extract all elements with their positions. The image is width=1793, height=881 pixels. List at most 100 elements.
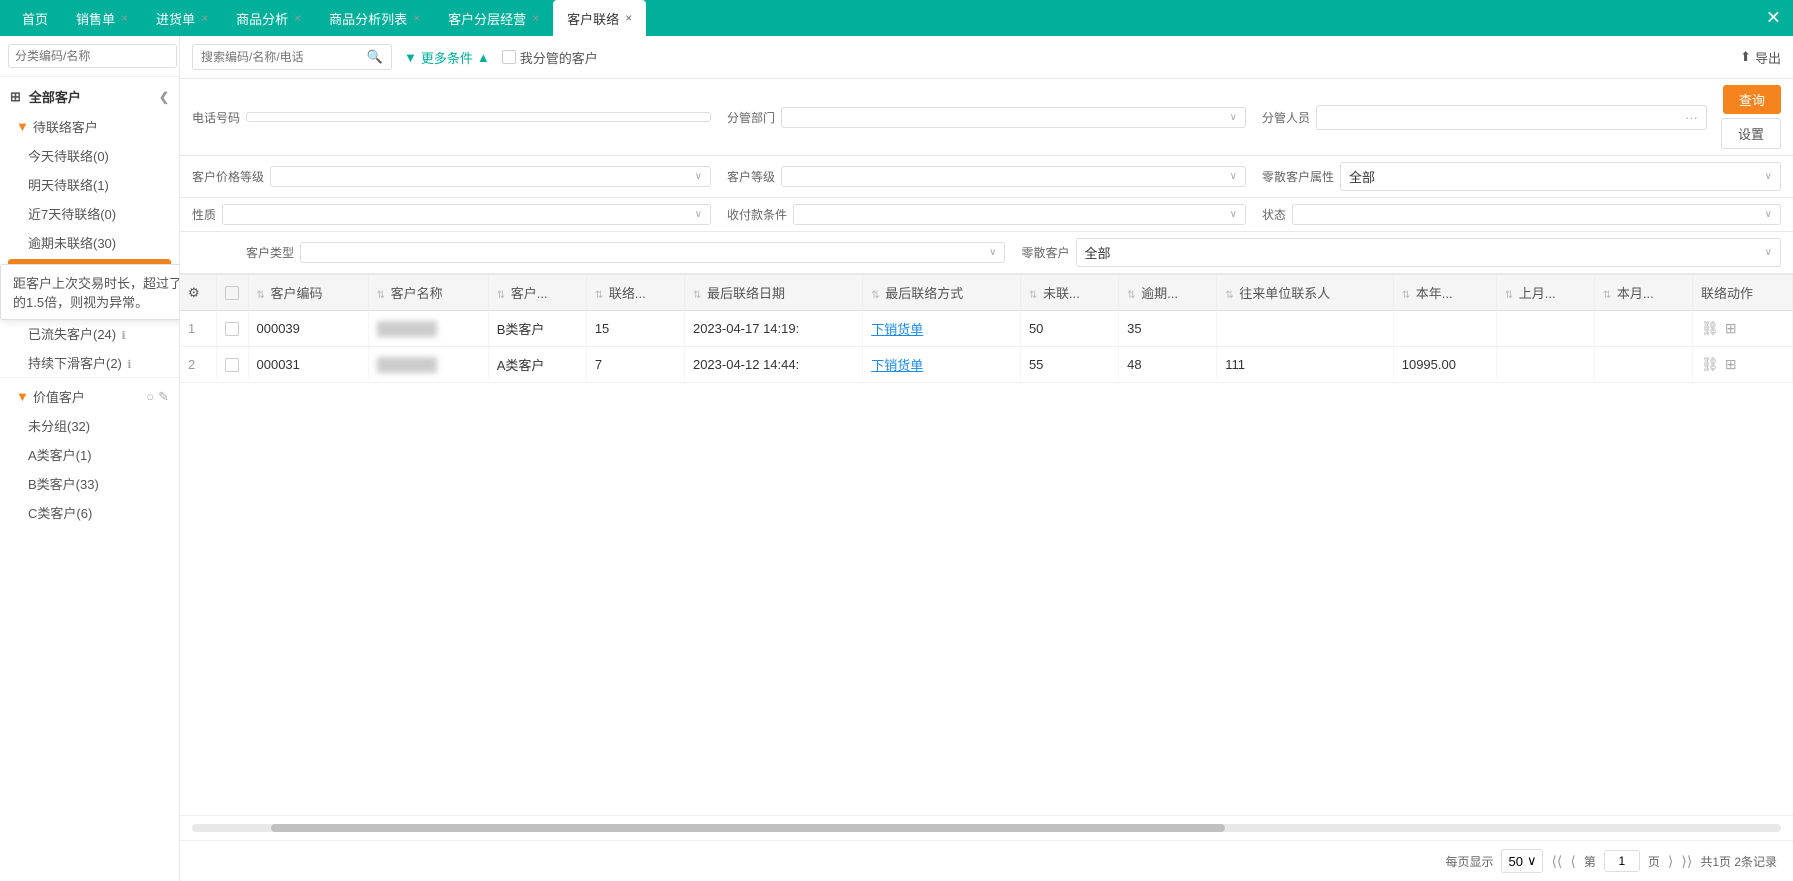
sort-icon-cp[interactable]: ⇅ xyxy=(1225,290,1233,301)
grid-action-icon-1[interactable]: ⊞ xyxy=(1725,320,1737,337)
prev-page-btn[interactable]: ⟨ xyxy=(1570,853,1575,870)
row-contact-1: 15 xyxy=(586,311,684,347)
tab-product-analysis-close[interactable]: × xyxy=(294,11,301,25)
main-layout: 🔍 ⊞ 全部客户 ❮ ▼ 待联络客户 今天待联络(0) 明天待联络(1) 近7 xyxy=(0,36,1793,881)
sort-icon-ty[interactable]: ⇅ xyxy=(1402,290,1410,301)
customer-level-select[interactable]: ∨ xyxy=(781,166,1246,187)
price-level-select[interactable]: ∨ xyxy=(270,166,711,187)
sort-icon-od[interactable]: ⇅ xyxy=(1127,290,1135,301)
sidebar-item-today[interactable]: 今天待联络(0) xyxy=(0,141,179,170)
col-last-month: ⇅ 上月... xyxy=(1496,275,1594,311)
row-method-2[interactable]: 下销货单 xyxy=(863,347,1021,383)
tab-customer-contact-close[interactable]: × xyxy=(625,11,632,25)
tab-customer-segment-close[interactable]: × xyxy=(532,11,539,25)
zero-attr-label: 零散客户属性 xyxy=(1262,168,1334,185)
tab-customer-contact[interactable]: 客户联络 × xyxy=(553,0,646,36)
row-checkbox-1[interactable] xyxy=(225,322,239,336)
row-cb-2[interactable] xyxy=(216,347,248,383)
sidebar-item-lost[interactable]: 已流失客户(24) ℹ xyxy=(0,319,179,348)
collapse-icon[interactable]: ❮ xyxy=(159,90,169,104)
select-all-checkbox[interactable] xyxy=(225,286,239,300)
col-code: ⇅ 客户编码 xyxy=(248,275,368,311)
row-cp-1 xyxy=(1217,311,1394,347)
manager-select[interactable]: ··· xyxy=(1316,105,1707,130)
tab-purchase-close[interactable]: × xyxy=(201,11,208,25)
sort-icon-tm[interactable]: ⇅ xyxy=(1603,290,1611,301)
zero-customer-select[interactable]: 全部∨ xyxy=(1076,238,1782,267)
sort-icon-method[interactable]: ⇅ xyxy=(871,290,879,301)
row-cb-1[interactable] xyxy=(216,311,248,347)
edit-icon[interactable]: ✎ xyxy=(158,389,169,405)
tab-sales[interactable]: 销售单 × xyxy=(62,0,142,36)
tab-purchase[interactable]: 进货单 × xyxy=(142,0,222,36)
table-area: ⚙ ⇅ 客户编码 ⇅ 客户名称 xyxy=(180,275,1793,815)
payment-select[interactable]: ∨ xyxy=(793,204,1246,225)
grid-action-icon-2[interactable]: ⊞ xyxy=(1725,356,1737,373)
sort-icon-name[interactable]: ⇅ xyxy=(377,290,385,301)
page-input[interactable] xyxy=(1604,850,1640,872)
sidebar-search-input[interactable] xyxy=(8,44,177,68)
sort-icon-type[interactable]: ⇅ xyxy=(497,290,505,301)
settings-btn[interactable]: 设置 xyxy=(1721,118,1781,149)
last-page-btn[interactable]: ⟩⟩ xyxy=(1681,853,1692,870)
gender-select[interactable]: ∨ xyxy=(222,204,711,225)
first-page-btn[interactable]: ⟨⟨ xyxy=(1551,853,1562,870)
advanced-filter-section: 电话号码 分管部门 ∨ 分管人员 ··· 查询 设置 xyxy=(180,79,1793,275)
row-checkbox-2[interactable] xyxy=(225,358,239,372)
next-page-btn[interactable]: ⟩ xyxy=(1668,853,1673,870)
sort-icon-nc[interactable]: ⇅ xyxy=(1029,290,1037,301)
settings-gear-icon[interactable]: ⚙ xyxy=(188,285,200,300)
query-btn[interactable]: 查询 xyxy=(1723,85,1781,114)
zero-attr-select[interactable]: 全部∨ xyxy=(1340,162,1781,191)
manager-dots[interactable]: ··· xyxy=(1685,110,1698,125)
more-conditions-btn[interactable]: ▼ 更多条件 ▲ xyxy=(404,48,490,67)
sidebar-item-overdue[interactable]: 逾期未联络(30) xyxy=(0,228,179,257)
checkbox-icon[interactable] xyxy=(502,50,516,64)
pending-contact-group[interactable]: ▼ 待联络客户 xyxy=(0,112,179,141)
tab-home[interactable]: 首页 xyxy=(8,0,62,36)
per-page-caret: ∨ xyxy=(1527,853,1537,869)
per-page-select[interactable]: 50 ∨ xyxy=(1501,849,1543,873)
value-group-header[interactable]: ▼ 价值客户 ○ ✎ xyxy=(0,382,179,411)
tab-product-list[interactable]: 商品分析列表 × xyxy=(315,0,434,36)
row-nc-1: 50 xyxy=(1020,311,1118,347)
price-level-label: 客户价格等级 xyxy=(192,168,264,185)
scrollbar-thumb[interactable] xyxy=(271,824,1224,832)
customer-type-select[interactable]: ∨ xyxy=(300,242,1006,263)
sidebar-item-7days[interactable]: 近7天待联络(0) xyxy=(0,199,179,228)
link-action-icon-2[interactable]: ⛓ xyxy=(1701,356,1719,373)
col-settings[interactable]: ⚙ xyxy=(180,275,216,311)
tab-product-analysis[interactable]: 商品分析 × xyxy=(222,0,315,36)
my-customers-checkbox[interactable]: 我分管的客户 xyxy=(502,48,598,67)
sidebar-item-tomorrow[interactable]: 明天待联络(1) xyxy=(0,170,179,199)
sidebar-item-b-class[interactable]: B类客户(33) xyxy=(0,469,179,498)
filter-search-icon[interactable]: 🔍 xyxy=(367,49,383,65)
sort-icon[interactable]: ⇅ xyxy=(257,290,265,301)
sort-icon-cn[interactable]: ⇅ xyxy=(595,290,603,301)
export-btn[interactable]: ⬆ 导出 xyxy=(1740,48,1781,67)
filter-search-input[interactable] xyxy=(201,50,363,64)
status-select[interactable]: ∨ xyxy=(1292,204,1781,225)
col-actions: 联络动作 xyxy=(1693,275,1793,311)
page-total: 共1页 2条记录 xyxy=(1700,853,1777,870)
zero-attr-cell: 零散客户属性 全部∨ xyxy=(1262,162,1781,191)
tab-customer-segment[interactable]: 客户分层经营 × xyxy=(434,0,553,36)
status-label: 状态 xyxy=(1262,206,1286,223)
sidebar-item-declining[interactable]: 持续下滑客户(2) ℹ xyxy=(0,348,179,377)
phone-input[interactable] xyxy=(246,112,711,122)
tab-product-list-close[interactable]: × xyxy=(413,11,420,25)
all-customers-header[interactable]: ⊞ 全部客户 ❮ xyxy=(0,81,179,112)
row-method-1[interactable]: 下销货单 xyxy=(863,311,1021,347)
sort-icon-date[interactable]: ⇅ xyxy=(693,290,701,301)
col-not-contacted: ⇅ 未联... xyxy=(1020,275,1118,311)
sort-icon-lm[interactable]: ⇅ xyxy=(1505,290,1513,301)
horizontal-scrollbar[interactable] xyxy=(192,824,1781,832)
close-all-tabs[interactable]: ✕ xyxy=(1766,8,1781,29)
sidebar-item-c-class[interactable]: C类客户(6) xyxy=(0,498,179,527)
tab-sales-close[interactable]: × xyxy=(121,11,128,25)
dept-select[interactable]: ∨ xyxy=(781,107,1246,128)
sidebar-item-a-class[interactable]: A类客户(1) xyxy=(0,440,179,469)
col-checkbox[interactable] xyxy=(216,275,248,311)
link-action-icon-1[interactable]: ⛓ xyxy=(1701,320,1719,337)
sidebar-item-ungroup[interactable]: 未分组(32) xyxy=(0,411,179,440)
